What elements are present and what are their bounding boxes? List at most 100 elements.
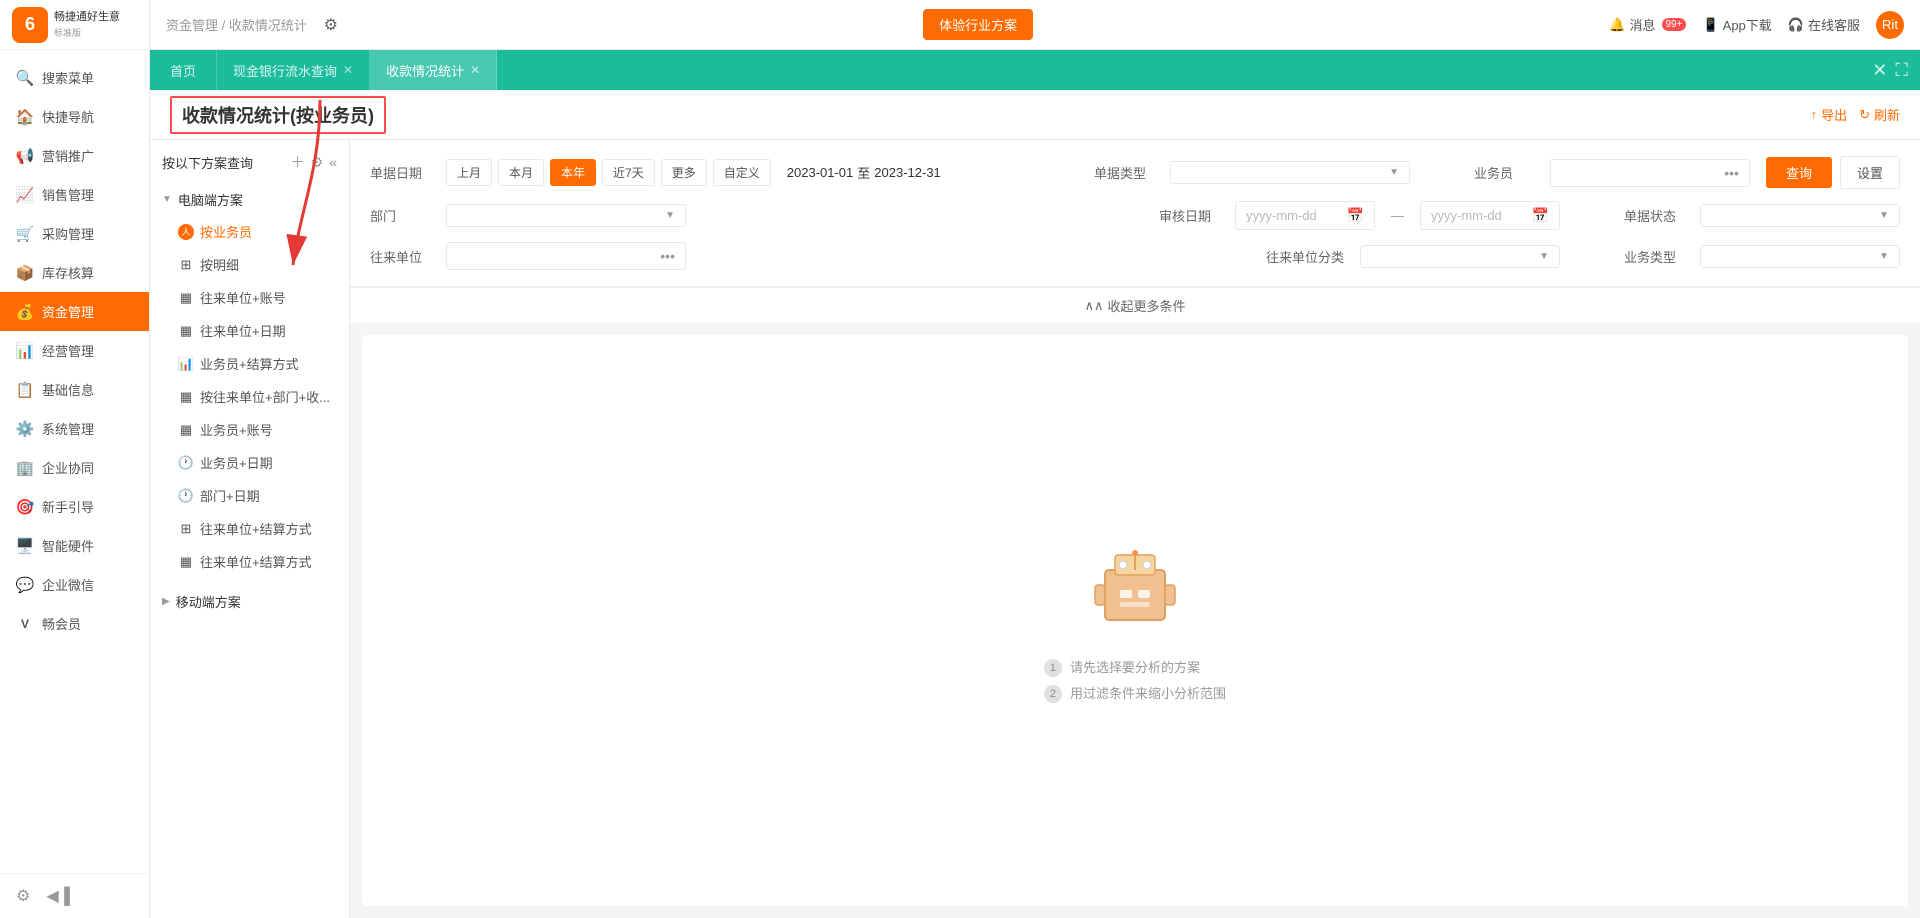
date-btn-this-year[interactable]: 本年	[550, 159, 596, 186]
close-collection-stat-icon[interactable]: ✕	[470, 63, 480, 77]
unit-category-chevron: ▼	[1539, 251, 1549, 262]
collapse-bar[interactable]: ∧∧ 收起更多条件	[350, 287, 1920, 323]
logo-badge: 标准版	[54, 26, 120, 39]
scheme-item-salesperson-date[interactable]: 🕐 业务员+日期	[150, 446, 349, 479]
close-tab-btn[interactable]: ✕	[1872, 60, 1887, 81]
scheme-item-salesperson-account[interactable]: ▦ 业务员+账号	[150, 413, 349, 446]
collapse-sidebar-icon[interactable]: ◀▐	[46, 886, 70, 906]
doc-type-select[interactable]: ▼	[1170, 161, 1410, 184]
date-btn-this-month[interactable]: 本月	[498, 159, 544, 186]
date-btn-last-month[interactable]: 上月	[446, 159, 492, 186]
doc-status-label: 单据状态	[1624, 206, 1684, 225]
sidebar: 6 畅捷通好生意 标准版 🔍 搜索菜单 🏠 快捷导航 📢 营销推广 📈 销售管理…	[0, 0, 150, 918]
sidebar-item-quick-nav[interactable]: 🏠 快捷导航	[0, 97, 149, 136]
scheme-item-salesperson-settle[interactable]: 📊 业务员+结算方式	[150, 347, 349, 380]
online-service-item[interactable]: 🎧 在线客服	[1788, 15, 1860, 34]
tab-home[interactable]: 首页	[150, 50, 217, 90]
main-area: 资金管理 / 收款情况统计 ⚙ 体验行业方案 🔔 消息 99+ 📱 App下载 …	[150, 0, 1920, 918]
date-options: 上月 本月 本年 近7天 更多 自定义	[446, 159, 771, 186]
sidebar-item-search[interactable]: 🔍 搜索菜单	[0, 58, 149, 97]
unit-category-label: 往来单位分类	[1266, 247, 1344, 266]
bell-icon: 🔔	[1609, 17, 1625, 33]
trial-button[interactable]: 体验行业方案	[923, 9, 1033, 40]
sidebar-item-marketing[interactable]: 📢 营销推广	[0, 136, 149, 175]
scheme-item-by-detail[interactable]: ⊞ 按明细	[150, 248, 349, 281]
collapse-label: 收起更多条件	[1108, 296, 1186, 315]
headset-icon: 🎧	[1788, 17, 1804, 33]
tab-collection-stat[interactable]: 收款情况统计 ✕	[370, 50, 497, 90]
home-tab-label: 首页	[170, 61, 196, 80]
sidebar-item-finance[interactable]: 💰 资金管理	[0, 292, 149, 331]
right-panel: 单据日期 上月 本月 本年 近7天 更多 自定义 2023-01-01 至	[350, 140, 1920, 918]
doc-type-chevron: ▼	[1389, 167, 1399, 178]
salesperson-select[interactable]: •••	[1550, 159, 1750, 187]
sidebar-item-sales[interactable]: 📈 销售管理	[0, 175, 149, 214]
gear-button[interactable]: ⚙	[315, 9, 347, 41]
add-scheme-button[interactable]: ＋	[291, 152, 305, 172]
date-btn-7days[interactable]: 近7天	[602, 159, 655, 186]
maximize-tab-btn[interactable]: ⛶	[1895, 60, 1908, 81]
wechat-icon: 💬	[16, 576, 34, 594]
scheme-item-unit-dept-collect[interactable]: ▦ 按往来单位+部门+收...	[150, 380, 349, 413]
unit-dots-icon[interactable]: •••	[660, 248, 675, 264]
doc-status-select[interactable]: ▼	[1700, 204, 1900, 227]
scheme-item-by-salesperson[interactable]: 人 按业务员	[150, 215, 349, 248]
settings-bottom-icon[interactable]: ⚙	[16, 886, 30, 906]
logo-icon: 6	[12, 7, 48, 43]
scheme-item-unit-account[interactable]: ▦ 往来单位+账号	[150, 281, 349, 314]
tab-bank-flow[interactable]: 现金银行流水查询 ✕	[217, 50, 370, 90]
collapse-panel-button[interactable]: «	[329, 154, 337, 170]
scheme-settings-button[interactable]: ⚙	[311, 154, 324, 171]
sidebar-item-system[interactable]: ⚙️ 系统管理	[0, 409, 149, 448]
dept-select[interactable]: ▼	[446, 204, 686, 227]
logo-area: 6 畅捷通好生意 标准版	[0, 0, 149, 50]
app-download-item[interactable]: 📱 App下载	[1702, 15, 1771, 34]
desktop-scheme-group: ▼ 电脑端方案 人 按业务员 ⊞ 按明细 ▦	[150, 180, 349, 582]
sidebar-item-hardware[interactable]: 🖥️ 智能硬件	[0, 526, 149, 565]
sidebar-item-label: 畅会员	[42, 614, 81, 633]
filter-settings-button[interactable]: 设置	[1840, 156, 1900, 189]
dots-icon[interactable]: •••	[1724, 165, 1739, 181]
close-bank-flow-icon[interactable]: ✕	[343, 63, 353, 77]
sidebar-item-basic-info[interactable]: 📋 基础信息	[0, 370, 149, 409]
sidebar-item-inventory[interactable]: 📦 库存核算	[0, 253, 149, 292]
filter-area: 单据日期 上月 本月 本年 近7天 更多 自定义 2023-01-01 至	[350, 140, 1920, 287]
sidebar-item-corp[interactable]: 🏢 企业协同	[0, 448, 149, 487]
sidebar-item-wechat[interactable]: 💬 企业微信	[0, 565, 149, 604]
audit-date-start-input[interactable]: yyyy-mm-dd 📅	[1235, 201, 1375, 230]
scheme-item-unit-date[interactable]: ▦ 往来单位+日期	[150, 314, 349, 347]
sidebar-item-operations[interactable]: 📊 经营管理	[0, 331, 149, 370]
audit-date-end-input[interactable]: yyyy-mm-dd 📅	[1420, 201, 1560, 230]
sidebar-item-purchase[interactable]: 🛒 采购管理	[0, 214, 149, 253]
sidebar-item-member[interactable]: V 畅会员	[0, 604, 149, 643]
date-btn-more[interactable]: 更多	[661, 159, 707, 186]
scheme-item-unit-settle2[interactable]: ▦ 往来单位+结算方式	[150, 545, 349, 578]
sidebar-item-label: 经营管理	[42, 341, 94, 360]
scheme-item-label: 按业务员	[200, 222, 252, 241]
scheme-item-label: 往来单位+日期	[200, 321, 286, 340]
sidebar-item-guide[interactable]: 🎯 新手引导	[0, 487, 149, 526]
scheme-item-unit-settle1[interactable]: ⊞ 往来单位+结算方式	[150, 512, 349, 545]
unit-settle2-icon: ▦	[178, 554, 194, 570]
user-avatar[interactable]: Rit	[1876, 11, 1904, 39]
refresh-button[interactable]: ↻ 刷新	[1859, 105, 1900, 124]
date-btn-custom[interactable]: 自定义	[713, 159, 771, 186]
sidebar-item-label: 系统管理	[42, 419, 94, 438]
scheme-item-label: 往来单位+账号	[200, 288, 286, 307]
unit-select[interactable]: •••	[446, 242, 686, 270]
date-start: 2023-01-01	[787, 165, 854, 180]
messages-item[interactable]: 🔔 消息 99+	[1609, 15, 1686, 34]
desktop-group-title[interactable]: ▼ 电脑端方案	[150, 184, 349, 215]
biz-type-chevron: ▼	[1879, 251, 1889, 262]
audit-date-label: 审核日期	[1159, 206, 1219, 225]
query-button[interactable]: 查询	[1766, 157, 1832, 188]
refresh-icon: ↻	[1859, 107, 1870, 123]
filter-row-2: 部门 ▼ 审核日期 yyyy-mm-dd 📅	[370, 201, 1900, 230]
mobile-group-title[interactable]: ▶ 移动端方案	[150, 586, 349, 617]
scheme-item-dept-date[interactable]: 🕐 部门+日期	[150, 479, 349, 512]
biz-type-select[interactable]: ▼	[1700, 245, 1900, 268]
messages-badge: 99+	[1662, 18, 1687, 31]
date-range: 2023-01-01 至 2023-12-31	[787, 163, 941, 182]
unit-category-select[interactable]: ▼	[1360, 245, 1560, 268]
export-button[interactable]: ↑ 导出	[1811, 105, 1848, 124]
